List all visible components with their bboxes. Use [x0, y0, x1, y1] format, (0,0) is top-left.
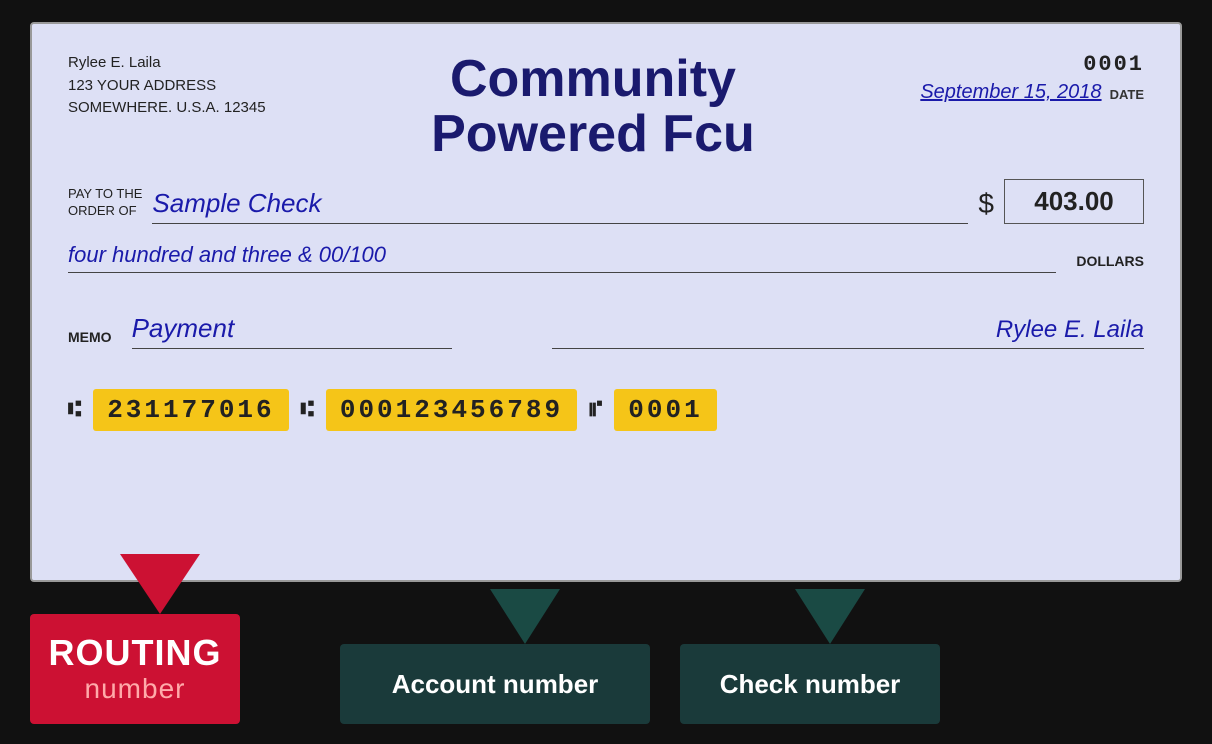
micr-account-sep: ⑈	[589, 398, 602, 423]
payee-line: Sample Check	[152, 188, 968, 224]
address-line1: 123 YOUR ADDRESS	[68, 75, 266, 98]
pay-row: PAY TO THE ORDER OF Sample Check $ 403.0…	[68, 179, 1144, 224]
check-paper: Rylee E. Laila 123 YOUR ADDRESS SOMEWHER…	[30, 22, 1182, 582]
account-arrow	[490, 589, 560, 644]
check-number-top: 0001	[1064, 52, 1144, 77]
check-arrow	[795, 589, 865, 644]
memo-row: MEMO Payment Rylee E. Laila	[68, 313, 1144, 349]
check-date-value: September 15, 2018	[920, 81, 1101, 104]
dollars-label: DOLLARS	[1076, 253, 1144, 269]
micr-open-symbol: ⑆	[68, 398, 81, 423]
written-row: four hundred and three & 00/100 DOLLARS	[68, 242, 1144, 273]
memo-line: Payment	[132, 313, 452, 349]
written-amount: four hundred and three & 00/100	[68, 242, 1056, 273]
payee-value: Sample Check	[152, 188, 321, 218]
micr-account: 000123456789	[326, 389, 577, 431]
memo-value: Payment	[132, 313, 235, 343]
micr-routing: 231177016	[93, 389, 288, 431]
routing-bottom-text: number	[85, 673, 186, 705]
account-number-text: Account number	[392, 669, 599, 700]
amount-value: 403.00	[1034, 186, 1114, 216]
bank-name: Community Powered Fcu	[296, 52, 891, 161]
routing-top-text: ROUTING	[49, 633, 222, 673]
memo-label: MEMO	[68, 329, 112, 345]
check-address: Rylee E. Laila 123 YOUR ADDRESS SOMEWHER…	[68, 52, 266, 120]
address-line2: SOMEWHERE. U.S.A. 12345	[68, 97, 266, 120]
routing-arrow	[120, 554, 200, 614]
signature-line: Rylee E. Laila	[552, 316, 1144, 349]
check-number-text: Check number	[720, 669, 901, 700]
check-top-row: Rylee E. Laila 123 YOUR ADDRESS SOMEWHER…	[68, 52, 1144, 161]
check-number-label: Check number	[680, 644, 940, 724]
amount-box: 403.00	[1004, 179, 1144, 224]
micr-close-symbol: ⑆	[301, 398, 314, 423]
address-name: Rylee E. Laila	[68, 52, 266, 75]
account-number-label: Account number	[340, 644, 650, 724]
pay-to-label: PAY TO THE ORDER OF	[68, 186, 142, 220]
signature-value: Rylee E. Laila	[996, 316, 1144, 343]
micr-check-number: 0001	[614, 389, 716, 431]
check-top-right: 0001 September 15, 2018 DATE	[920, 52, 1144, 104]
routing-label: ROUTING number	[30, 614, 240, 724]
check-date-label: DATE	[1110, 87, 1144, 102]
check-date-row: September 15, 2018 DATE	[920, 81, 1144, 104]
dollar-sign: $	[978, 188, 994, 220]
micr-row: ⑆ 231177016 ⑆ 000123456789 ⑈ 0001	[68, 389, 1144, 431]
